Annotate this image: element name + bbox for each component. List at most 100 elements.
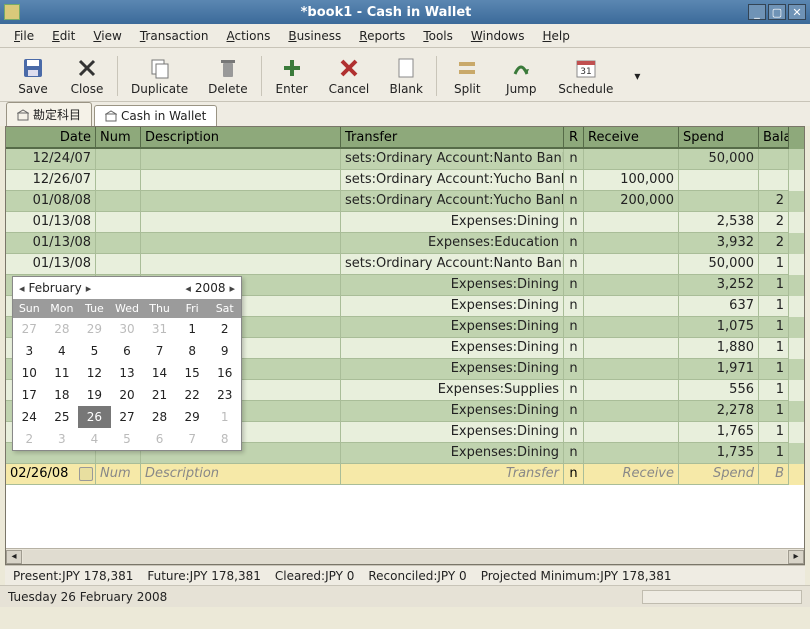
menu-help[interactable]: Help (534, 27, 577, 45)
cell-xfer[interactable]: sets:Ordinary Account:Nanto Bank (341, 254, 564, 275)
cell-bal[interactable] (759, 149, 789, 170)
col-num[interactable]: Num (96, 127, 141, 149)
cell-recv[interactable] (584, 149, 679, 170)
calendar-day[interactable]: 15 (176, 362, 209, 384)
next-month-button[interactable]: ▸ (86, 282, 92, 295)
col-transfer[interactable]: Transfer (341, 127, 564, 149)
cell-desc[interactable] (141, 254, 341, 275)
scroll-right-button[interactable]: ▸ (788, 550, 804, 564)
cell-num[interactable] (96, 233, 141, 254)
calendar-day[interactable]: 30 (111, 318, 144, 340)
cell-bal[interactable]: 1 (759, 338, 789, 359)
cell-date[interactable]: 12/24/07 (6, 149, 96, 170)
cell-date[interactable]: 01/13/08 (6, 233, 96, 254)
cell-xfer[interactable]: Expenses:Dining (341, 422, 564, 443)
cell-r[interactable]: n (564, 170, 584, 191)
cell-xfer[interactable]: Expenses:Dining (341, 359, 564, 380)
maximize-button[interactable]: ▢ (768, 4, 786, 20)
entry-desc[interactable]: Description (141, 464, 341, 485)
cell-num[interactable] (96, 149, 141, 170)
calendar-day[interactable]: 16 (208, 362, 241, 384)
calendar-day[interactable]: 9 (208, 340, 241, 362)
entry-spend[interactable]: Spend (679, 464, 759, 485)
cancel-button[interactable]: Cancel (319, 54, 380, 98)
split-button[interactable]: Split (440, 54, 494, 98)
cell-xfer[interactable]: Expenses:Dining (341, 275, 564, 296)
cell-spend[interactable]: 1,880 (679, 338, 759, 359)
entry-xfer[interactable]: Transfer (341, 464, 564, 485)
cell-desc[interactable] (141, 149, 341, 170)
blank-button[interactable]: Blank (379, 54, 433, 98)
cell-desc[interactable] (141, 170, 341, 191)
cell-date[interactable]: 01/08/08 (6, 191, 96, 212)
calendar-day[interactable]: 20 (111, 384, 144, 406)
col-receive[interactable]: Receive (584, 127, 679, 149)
entry-bal[interactable]: B (759, 464, 789, 485)
calendar-day[interactable]: 8 (208, 428, 241, 450)
calendar-day[interactable]: 22 (176, 384, 209, 406)
cell-desc[interactable] (141, 212, 341, 233)
menu-windows[interactable]: Windows (463, 27, 533, 45)
delete-button[interactable]: Delete (198, 54, 257, 98)
cell-r[interactable]: n (564, 401, 584, 422)
cell-num[interactable] (96, 191, 141, 212)
cell-date[interactable]: 01/13/08 (6, 212, 96, 233)
calendar-day[interactable]: 10 (13, 362, 46, 384)
cell-spend[interactable]: 556 (679, 380, 759, 401)
calendar-day[interactable]: 27 (13, 318, 46, 340)
col-date[interactable]: Date (6, 127, 96, 149)
cell-recv[interactable] (584, 317, 679, 338)
cell-r[interactable]: n (564, 380, 584, 401)
prev-year-button[interactable]: ◂ (185, 282, 191, 295)
toolbar-overflow-button[interactable]: ▾ (629, 56, 645, 96)
menu-transaction[interactable]: Transaction (132, 27, 217, 45)
cell-bal[interactable]: 1 (759, 422, 789, 443)
calendar-day[interactable]: 1 (208, 406, 241, 428)
cell-xfer[interactable]: sets:Ordinary Account:Yucho Bank (341, 170, 564, 191)
calendar-day[interactable]: 3 (46, 428, 79, 450)
cell-xfer[interactable]: Expenses:Dining (341, 338, 564, 359)
cell-xfer[interactable]: Expenses:Dining (341, 317, 564, 338)
cell-recv[interactable] (584, 275, 679, 296)
calendar-day[interactable]: 27 (111, 406, 144, 428)
cell-spend[interactable]: 1,075 (679, 317, 759, 338)
calendar-day[interactable]: 4 (46, 340, 79, 362)
close-button[interactable]: Close (60, 54, 114, 98)
menu-view[interactable]: View (85, 27, 129, 45)
scroll-track[interactable] (23, 550, 787, 564)
calendar-day[interactable]: 7 (143, 340, 176, 362)
cell-r[interactable]: n (564, 254, 584, 275)
cell-recv[interactable] (584, 212, 679, 233)
menu-actions[interactable]: Actions (219, 27, 279, 45)
col-balance[interactable]: Balar (759, 127, 789, 149)
calendar-day[interactable]: 14 (143, 362, 176, 384)
cell-bal[interactable]: 2 (759, 191, 789, 212)
tab-accounts[interactable]: 勘定科目 (6, 102, 92, 126)
cell-date[interactable]: 01/13/08 (6, 254, 96, 275)
cell-recv[interactable] (584, 233, 679, 254)
cell-spend[interactable]: 1,971 (679, 359, 759, 380)
cell-recv[interactable]: 100,000 (584, 170, 679, 191)
calendar-day[interactable]: 11 (46, 362, 79, 384)
cell-r[interactable]: n (564, 275, 584, 296)
tab-cash[interactable]: Cash in Wallet (94, 105, 217, 126)
calendar-day[interactable]: 5 (111, 428, 144, 450)
cell-r[interactable]: n (564, 338, 584, 359)
cell-desc[interactable] (141, 233, 341, 254)
entry-recv[interactable]: Receive (584, 464, 679, 485)
minimize-button[interactable]: _ (748, 4, 766, 20)
ledger-row[interactable]: 01/13/08Expenses:Educationn3,9322 (6, 233, 804, 254)
calendar-day[interactable]: 5 (78, 340, 111, 362)
calendar-day[interactable]: 12 (78, 362, 111, 384)
cell-spend[interactable] (679, 191, 759, 212)
enter-button[interactable]: Enter (265, 54, 319, 98)
calendar-day[interactable]: 4 (78, 428, 111, 450)
cell-recv[interactable] (584, 401, 679, 422)
cell-r[interactable]: n (564, 296, 584, 317)
cell-r[interactable]: n (564, 191, 584, 212)
calendar-day[interactable]: 3 (13, 340, 46, 362)
entry-row[interactable]: 02/26/08NumDescriptionTransfernReceiveSp… (6, 464, 804, 485)
calendar-day[interactable]: 7 (176, 428, 209, 450)
cell-bal[interactable] (759, 170, 789, 191)
duplicate-button[interactable]: Duplicate (121, 54, 198, 98)
